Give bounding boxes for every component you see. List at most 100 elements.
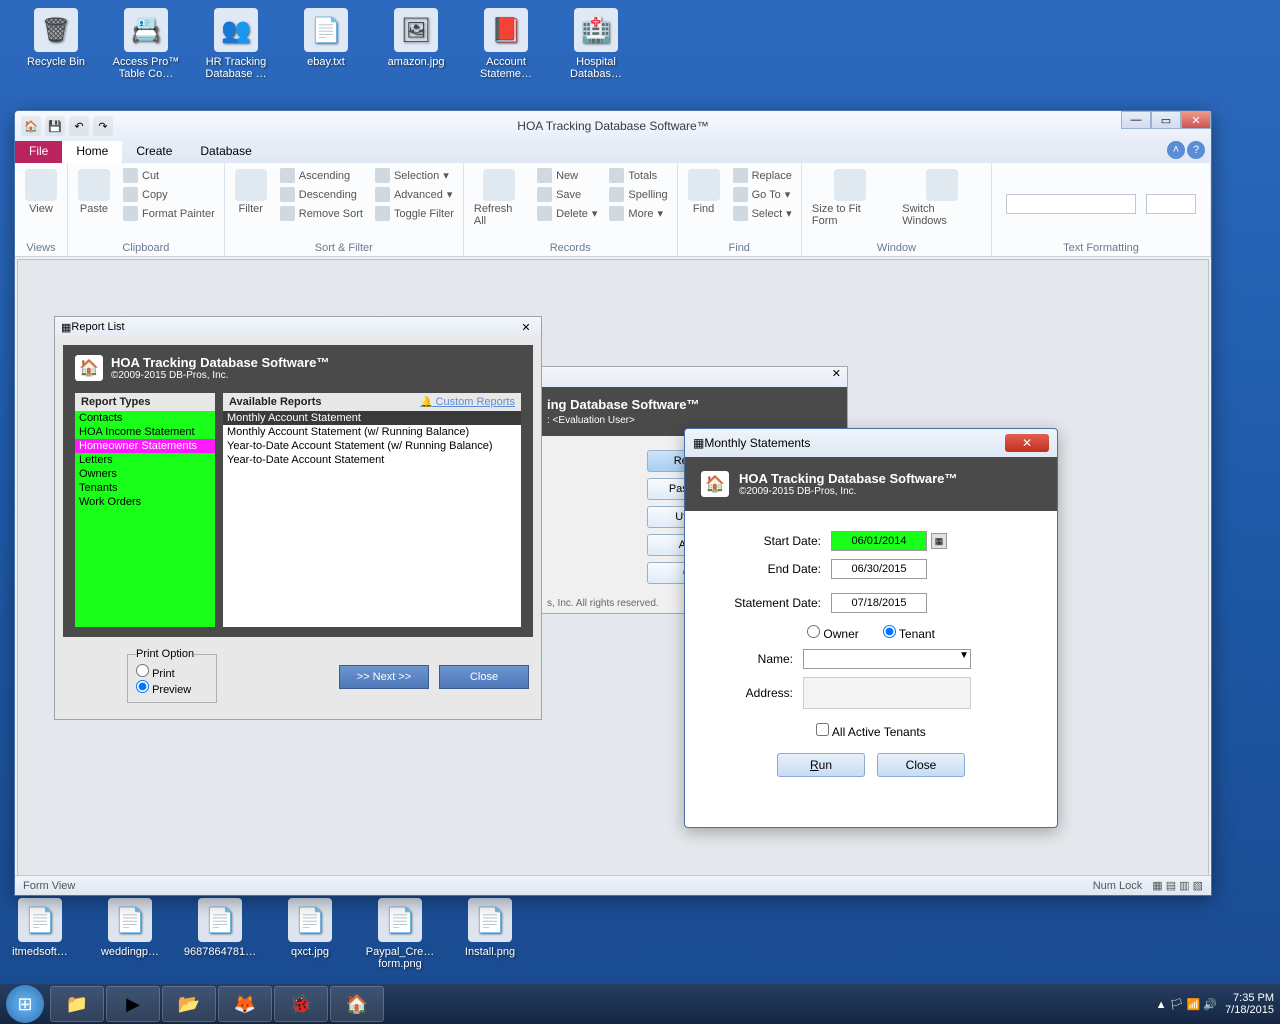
- taskbar-item[interactable]: 📂: [162, 986, 216, 1022]
- filter-button[interactable]: Filter: [231, 167, 271, 240]
- report-type-item[interactable]: HOA Income Statement: [75, 425, 215, 439]
- desktop-icon[interactable]: 📄Install.png: [454, 898, 526, 970]
- taskbar[interactable]: ⊞ 📁▶📂🦊🐞🏠 ▲ 🏳 📶 🔊 7:35 PM 7/18/2015: [0, 984, 1280, 1024]
- save-button[interactable]: Save: [534, 186, 600, 203]
- find-button[interactable]: Find: [684, 167, 724, 240]
- copy-button[interactable]: Copy: [120, 186, 218, 203]
- close-button[interactable]: Close: [439, 665, 529, 689]
- desktop-icon[interactable]: 📄itmedsoft…: [4, 898, 76, 970]
- maximize-button[interactable]: ▭: [1151, 111, 1181, 129]
- tab-home[interactable]: Home: [62, 141, 122, 163]
- tray-icons[interactable]: ▲ 🏳 📶 🔊: [1156, 998, 1217, 1011]
- desktop-icon[interactable]: 🏥Hospital Databas…: [560, 8, 632, 80]
- new-button[interactable]: New: [534, 167, 600, 184]
- titlebar[interactable]: 🏠 💾 ↶ ↷ HOA Tracking Database Software™ …: [15, 111, 1211, 141]
- qat-save-icon[interactable]: 💾: [45, 116, 65, 136]
- toggle-filter-button[interactable]: Toggle Filter: [372, 205, 457, 222]
- qat-undo-icon[interactable]: ↶: [69, 116, 89, 136]
- taskbar-item[interactable]: 🏠: [330, 986, 384, 1022]
- report-type-item[interactable]: Contacts: [75, 411, 215, 425]
- switch-windows-button[interactable]: Switch Windows: [898, 167, 985, 240]
- report-types-list[interactable]: ContactsHOA Income StatementHomeowner St…: [75, 411, 215, 627]
- print-radio[interactable]: Print: [136, 668, 175, 680]
- available-reports-list[interactable]: Monthly Account StatementMonthly Account…: [223, 411, 521, 627]
- monthly-close-button[interactable]: ✕: [1005, 434, 1049, 452]
- available-report-item[interactable]: Year-to-Date Account Statement (w/ Runni…: [223, 439, 521, 453]
- totals-button[interactable]: Totals: [606, 167, 670, 184]
- start-date-input[interactable]: [831, 531, 927, 551]
- tenant-radio[interactable]: Tenant: [883, 625, 935, 641]
- statusbar: Form View Num Lock ▦ ▤ ▥ ▧: [15, 875, 1211, 895]
- calendar-icon[interactable]: ▦: [931, 533, 947, 549]
- desktop-icon[interactable]: 🖼amazon.jpg: [380, 8, 452, 80]
- next-button[interactable]: >> Next >>: [339, 665, 429, 689]
- owner-radio[interactable]: Owner: [807, 625, 859, 641]
- start-button[interactable]: ⊞: [6, 985, 44, 1023]
- remove-sort-button[interactable]: Remove Sort: [277, 205, 366, 222]
- bg-close-icon[interactable]: ✕: [832, 367, 841, 387]
- font-size-combo[interactable]: [1146, 194, 1196, 214]
- desktop-icon[interactable]: 📄ebay.txt: [290, 8, 362, 80]
- desktop-icon[interactable]: 👥HR Tracking Database …: [200, 8, 272, 80]
- run-button[interactable]: RRunun: [777, 753, 865, 777]
- close-button[interactable]: ✕: [1181, 111, 1211, 129]
- cut-button[interactable]: Cut: [120, 167, 218, 184]
- taskbar-item[interactable]: 🦊: [218, 986, 272, 1022]
- spelling-button[interactable]: Spelling: [606, 186, 670, 203]
- more-button[interactable]: More ▾: [606, 205, 670, 222]
- name-select[interactable]: [803, 649, 971, 669]
- view-button[interactable]: View: [21, 167, 61, 240]
- descending-button[interactable]: Descending: [277, 186, 366, 203]
- report-type-item[interactable]: Tenants: [75, 481, 215, 495]
- delete-button[interactable]: Delete ▾: [534, 205, 600, 222]
- font-combo[interactable]: [1006, 194, 1136, 214]
- minimize-ribbon-icon[interactable]: ˄: [1167, 141, 1185, 159]
- refresh-all-button[interactable]: Refresh All: [470, 167, 528, 240]
- print-option-group: Print Option Print Preview: [127, 648, 217, 703]
- replace-button[interactable]: Replace: [730, 167, 795, 184]
- qat-home-icon[interactable]: 🏠: [21, 116, 41, 136]
- desktop-icon[interactable]: 📇Access Pro™ Table Co…: [110, 8, 182, 80]
- selection-button[interactable]: Selection ▾: [372, 167, 457, 184]
- desktop-icon[interactable]: 📄9687864781…: [184, 898, 256, 970]
- all-active-tenants-checkbox[interactable]: All Active Tenants: [816, 725, 926, 739]
- report-type-item[interactable]: Work Orders: [75, 495, 215, 509]
- statement-date-input[interactable]: [831, 593, 927, 613]
- advanced-button[interactable]: Advanced ▾: [372, 186, 457, 203]
- app-window: 🏠 💾 ↶ ↷ HOA Tracking Database Software™ …: [14, 110, 1212, 896]
- goto-button[interactable]: Go To ▾: [730, 186, 795, 203]
- tab-create[interactable]: Create: [122, 141, 186, 163]
- desktop-icon[interactable]: 📄weddingp…: [94, 898, 166, 970]
- report-type-item[interactable]: Owners: [75, 467, 215, 481]
- preview-radio[interactable]: Preview: [136, 684, 191, 696]
- paste-button[interactable]: Paste: [74, 167, 114, 240]
- ascending-button[interactable]: Ascending: [277, 167, 366, 184]
- desktop-icon[interactable]: 🗑Recycle Bin: [20, 8, 92, 80]
- desktop-icon[interactable]: 📄qxct.jpg: [274, 898, 346, 970]
- desktop-icon[interactable]: 📄Paypal_Cre…form.png: [364, 898, 436, 970]
- available-reports-header: Available Reports: [229, 396, 322, 408]
- taskbar-item[interactable]: 🐞: [274, 986, 328, 1022]
- address-field[interactable]: [803, 677, 971, 709]
- taskbar-item[interactable]: ▶: [106, 986, 160, 1022]
- report-list-close-icon[interactable]: ✕: [517, 321, 535, 334]
- available-report-item[interactable]: Monthly Account Statement: [223, 411, 521, 425]
- tab-database[interactable]: Database: [186, 141, 265, 163]
- available-report-item[interactable]: Monthly Account Statement (w/ Running Ba…: [223, 425, 521, 439]
- help-icon[interactable]: ?: [1187, 141, 1205, 159]
- tab-file[interactable]: File: [15, 141, 62, 163]
- report-type-item[interactable]: Letters: [75, 453, 215, 467]
- select-button[interactable]: Select ▾: [730, 205, 795, 222]
- minimize-button[interactable]: —: [1121, 111, 1151, 129]
- custom-reports-link[interactable]: 🔔 Custom Reports: [420, 396, 515, 408]
- close-button[interactable]: Close: [877, 753, 965, 777]
- desktop-icon[interactable]: 📕Account Stateme…: [470, 8, 542, 80]
- size-to-fit-button[interactable]: Size to Fit Form: [808, 167, 892, 240]
- available-report-item[interactable]: Year-to-Date Account Statement: [223, 453, 521, 467]
- taskbar-item[interactable]: 📁: [50, 986, 104, 1022]
- end-date-input[interactable]: [831, 559, 927, 579]
- view-icons[interactable]: ▦ ▤ ▥ ▧: [1152, 879, 1203, 892]
- report-type-item[interactable]: Homeowner Statements: [75, 439, 215, 453]
- format-painter-button[interactable]: Format Painter: [120, 205, 218, 222]
- qat-redo-icon[interactable]: ↷: [93, 116, 113, 136]
